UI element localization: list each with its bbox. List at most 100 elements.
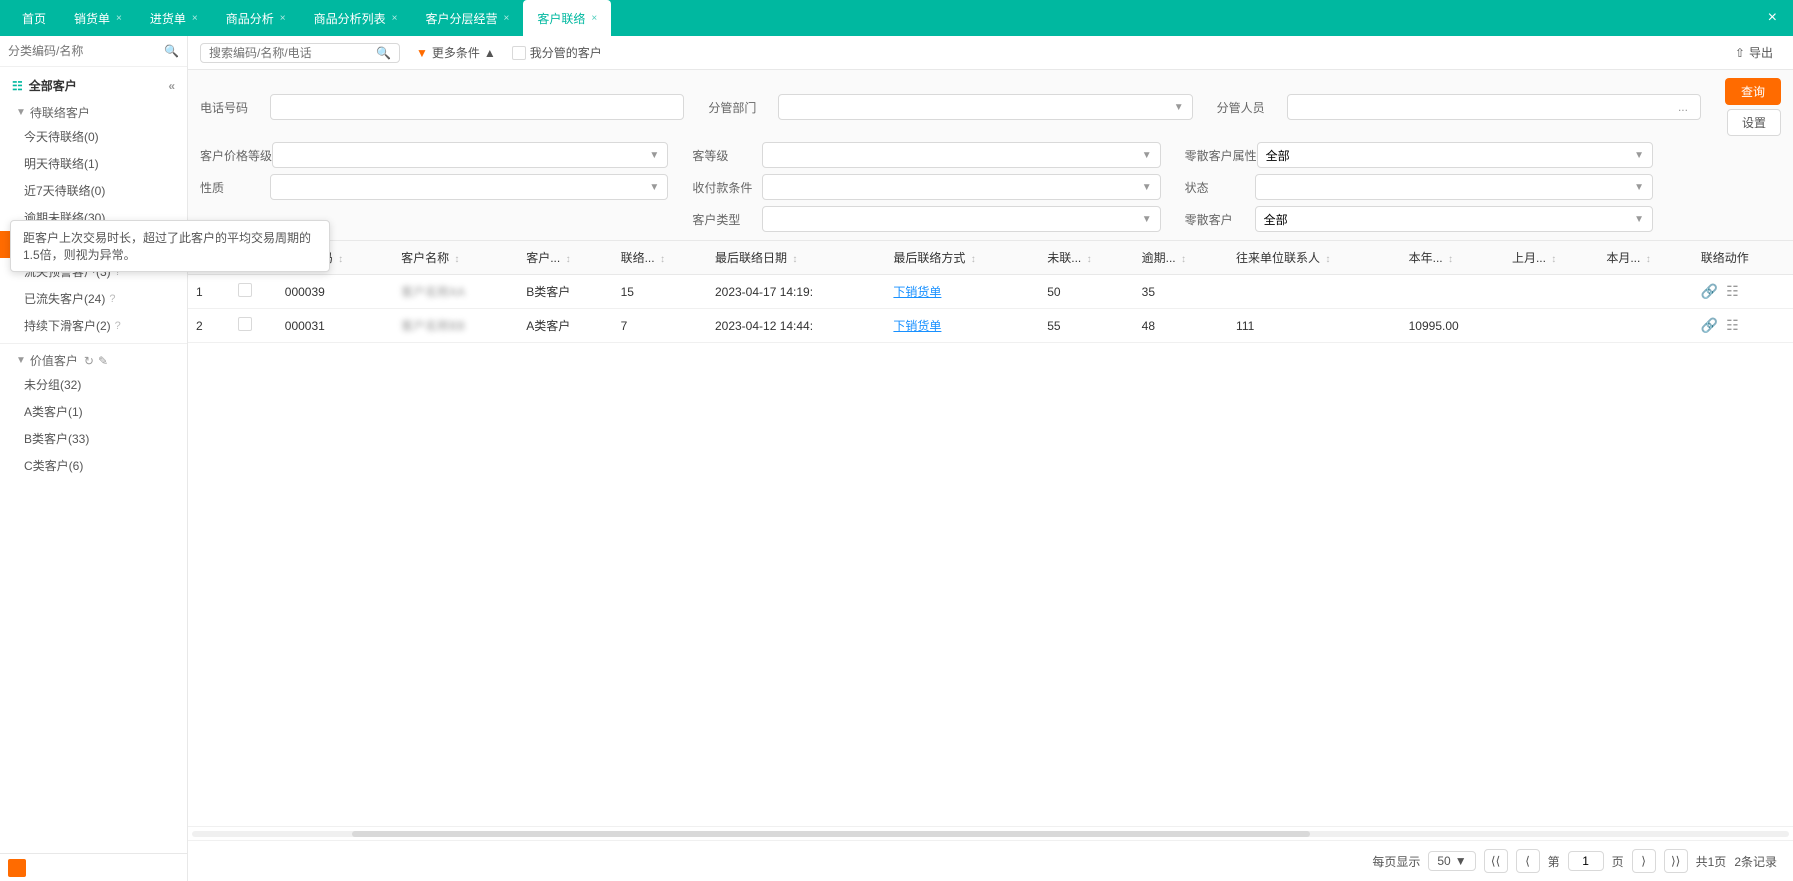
prev-page-button[interactable]: ⟨ [1516,849,1540,873]
sidebar-item-tomorrow[interactable]: 明天待联络(1) [0,150,187,177]
table-row: 1 000039 客户名称AA B类客户 15 2023-04-17 14:19… [188,275,1793,309]
row-this-year: 10995.00 [1401,309,1504,343]
row-last-method[interactable]: 下销货单 [885,309,1039,343]
category-search-input[interactable] [8,44,164,58]
status-select[interactable]: ▼ [1255,174,1653,200]
manager-cell: 分管人员 ... [1217,94,1701,120]
checkbox[interactable] [512,46,526,60]
customer-table: ⚙ 客户编码 ↕ 客户名称 ↕ 客户... ↕ [188,241,1793,343]
close-icon[interactable]: × [192,13,198,24]
col-last-contact-method[interactable]: 最后联络方式 ↕ [885,241,1039,275]
col-last-month[interactable]: 上月... ↕ [1504,241,1598,275]
link-action-icon[interactable]: 🔗 [1701,317,1718,334]
row-overdue: 35 [1134,275,1228,309]
col-this-month[interactable]: 本月... ↕ [1598,241,1692,275]
all-customers-header[interactable]: ☷ 全部客户 « [0,71,187,100]
nav-tab-customer-tier[interactable]: 客户分层经营 × [411,0,523,36]
row-contact-count: 15 [613,275,707,309]
row-this-year [1401,275,1504,309]
sidebar-item-b-class[interactable]: B类客户(33) [0,425,187,452]
row-checkbox[interactable] [230,275,277,309]
retail-customer-select[interactable]: 全部 ▼ [1255,206,1653,232]
sort-icon: ↕ [1551,254,1556,265]
col-level[interactable]: 客户... ↕ [518,241,612,275]
dots-icon[interactable]: ... [1674,100,1692,114]
close-icon[interactable]: × [591,13,597,24]
filter-row-1: 电话号码 分管部门 ▼ 分管人员 ... [200,78,1781,136]
link-action-icon[interactable]: 🔗 [1701,283,1718,300]
last-page-button[interactable]: ⟩⟩ [1664,849,1688,873]
my-customers-checkbox[interactable]: 我分管的客户 [512,44,602,61]
row-checkbox[interactable] [230,309,277,343]
scrollbar-track [192,831,1789,837]
page-input[interactable] [1568,851,1604,871]
table-row: 2 000031 客户名称BB A类客户 7 2023-04-12 14:44:… [188,309,1793,343]
nav-tab-analysis-list[interactable]: 商品分析列表 × [300,0,412,36]
customer-search-input[interactable] [209,46,376,60]
sort-icon: ↕ [660,254,665,265]
customer-level-select[interactable]: ▼ [762,142,1160,168]
next-page-button[interactable]: ⟩ [1632,849,1656,873]
pending-contact-group[interactable]: ▼ 待联络客户 [0,100,187,123]
nav-tab-analysis[interactable]: 商品分析 × [212,0,300,36]
close-icon[interactable]: × [116,13,122,24]
close-icon[interactable]: × [392,13,398,24]
col-contact-count[interactable]: 联络... ↕ [613,241,707,275]
row-contact-count: 7 [613,309,707,343]
sidebar-item-a-class[interactable]: A类客户(1) [0,398,187,425]
filter-icon: ▼ [416,46,428,60]
search-icon[interactable]: 🔍 [164,44,179,58]
row-code: 000039 [277,275,393,309]
dept-select[interactable]: ▼ [778,94,1192,120]
col-unlink-days[interactable]: 未联... ↕ [1039,241,1133,275]
retail-attr-select[interactable]: 全部 ▼ [1257,142,1653,168]
col-unit-contact[interactable]: 往来单位联系人 ↕ [1228,241,1401,275]
nav-tab-purchase[interactable]: 进货单 × [136,0,212,36]
payment-select[interactable]: ▼ [762,174,1160,200]
query-button[interactable]: 查询 [1725,78,1781,105]
row-last-month [1504,275,1598,309]
export-button[interactable]: ⇧ 导出 [1727,42,1781,63]
sidebar-item-declining[interactable]: 持续下滑客户(2) ? [0,312,187,339]
horizontal-scrollbar[interactable] [188,826,1793,840]
sort-icon: ↕ [1087,254,1092,265]
manager-select[interactable]: ... [1287,94,1701,120]
customer-type-select[interactable]: ▼ [762,206,1160,232]
page-size-select[interactable]: 50 ▼ [1428,851,1475,871]
edit-icon[interactable]: ✎ [98,354,108,368]
nav-tab-sales[interactable]: 销货单 × [60,0,136,36]
close-icon[interactable]: × [280,13,286,24]
col-this-year[interactable]: 本年... ↕ [1401,241,1504,275]
col-overdue[interactable]: 逾期... ↕ [1134,241,1228,275]
sidebar-item-already-lost[interactable]: 已流失客户(24) ? [0,285,187,312]
info-icon: ? [109,293,115,305]
sidebar-item-c-class[interactable]: C类客户(6) [0,452,187,479]
phone-input[interactable] [270,94,684,120]
close-all-button[interactable]: × [1760,9,1785,27]
gender-select[interactable]: ▼ [270,174,668,200]
row-last-method[interactable]: 下销货单 [885,275,1039,309]
chevron-down-icon: ▼ [1142,214,1152,225]
sidebar-item-ungroup[interactable]: 未分组(32) [0,371,187,398]
sidebar-item-7days[interactable]: 近7天待联络(0) [0,177,187,204]
sidebar-item-today[interactable]: 今天待联络(0) [0,123,187,150]
nav-tab-home[interactable]: 首页 [8,0,60,36]
search-icon[interactable]: 🔍 [376,46,391,60]
grid-action-icon[interactable]: ☷ [1726,283,1739,300]
chevron-down-icon: ▼ [1634,182,1644,193]
col-name[interactable]: 客户名称 ↕ [393,241,518,275]
col-last-contact-date[interactable]: 最后联络日期 ↕ [707,241,885,275]
row-actions: 🔗 ☷ [1693,309,1793,343]
pagination-bar: 每页显示 50 ▼ ⟨⟨ ⟨ 第 页 ⟩ ⟩⟩ 共1页 2条记录 [188,840,1793,881]
first-page-button[interactable]: ⟨⟨ [1484,849,1508,873]
refresh-icon[interactable]: ↻ [84,354,94,368]
value-customers-group[interactable]: ▼ 价值客户 ↻ ✎ [0,348,187,371]
table-wrap: ⚙ 客户编码 ↕ 客户名称 ↕ 客户... ↕ [188,241,1793,826]
settings-button[interactable]: 设置 [1727,109,1781,136]
grid-action-icon[interactable]: ☷ [1726,317,1739,334]
more-conditions-button[interactable]: ▼ 更多条件 ▲ [408,42,504,63]
close-icon[interactable]: × [503,13,509,24]
price-level-select[interactable]: ▼ [272,142,668,168]
scrollbar-thumb[interactable] [352,831,1310,837]
nav-tab-customer-contact[interactable]: 客户联络 × [523,0,611,36]
